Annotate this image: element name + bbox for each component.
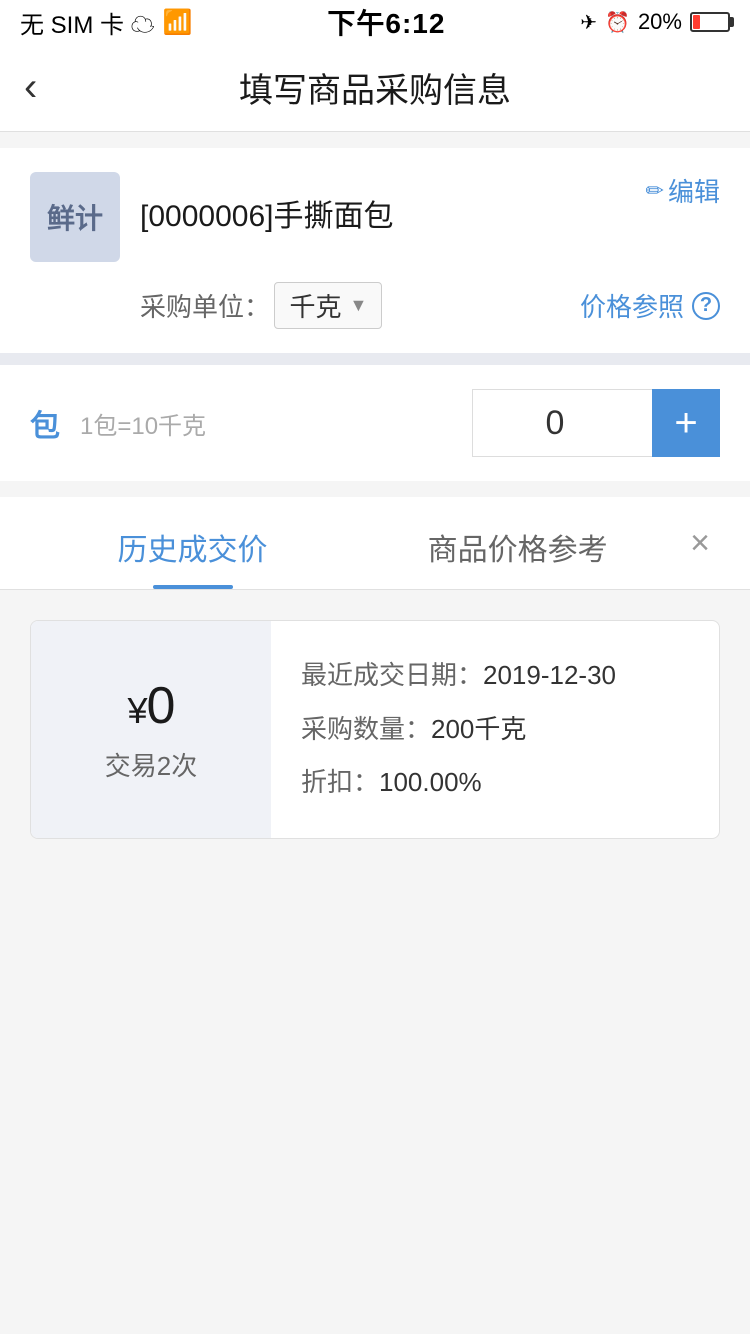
purchase-qty-line: 采购数量：200千克 [301,709,689,751]
dropdown-arrow-icon: ▼ [349,295,367,316]
page-title: 填写商品采购信息 [239,63,511,112]
back-button[interactable]: ‹ [24,65,37,110]
product-thumbnail: 鲜计 [30,172,120,262]
wifi-icon: 📶 [163,8,193,37]
product-header: 鲜计 [0000006]手撕面包 ✏ 编辑 [30,172,720,262]
battery-icon [690,12,730,32]
signal-text: 无 SIM 卡 ☁ [20,5,155,40]
status-bar: 无 SIM 卡 ☁ 📶 下午6:12 ✈ ⏰ 20% [0,0,750,44]
tab-history-price[interactable]: 历史成交价 [30,497,355,589]
price-amount: ¥0 [128,676,175,736]
price-card: ¥0 交易2次 最近成交日期：2019-12-30 采购数量：200千克 折扣：… [30,620,720,839]
tab-close-button[interactable]: × [680,524,720,563]
alarm-icon: ⏰ [605,10,630,35]
product-left: 鲜计 [0000006]手撕面包 [30,172,393,262]
product-section: 鲜计 [0000006]手撕面包 ✏ 编辑 采购单位： 千克 ▼ 价格参照 ? [0,148,750,353]
tab-price-reference[interactable]: 商品价格参考 [355,497,680,589]
nav-bar: ‹ 填写商品采购信息 [0,44,750,132]
location-icon: ✈ [580,10,597,35]
quantity-unit-badge: 包 [30,401,60,445]
price-card-right: 最近成交日期：2019-12-30 采购数量：200千克 折扣：100.00% [271,621,719,838]
status-right: ✈ ⏰ 20% [580,9,730,35]
edit-button[interactable]: ✏ 编辑 [646,172,720,209]
price-reference-button[interactable]: 价格参照 ? [580,287,720,324]
tab-active-indicator [153,585,233,589]
unit-label: 采购单位： [140,292,270,322]
quantity-plus-button[interactable]: + [652,389,720,457]
transaction-count: 交易2次 [105,746,197,783]
quantity-input-group: + [472,389,720,457]
section-divider [0,353,750,365]
currency-symbol: ¥ [128,690,147,731]
price-card-left: ¥0 交易2次 [31,621,271,838]
unit-label-text: 采购单位： 千克 ▼ [140,282,382,329]
product-name: [0000006]手撕面包 [140,196,393,238]
battery-percent: 20% [638,9,682,35]
product-unit-row: 采购单位： 千克 ▼ 价格参照 ? [30,282,720,329]
unit-value: 千克 [289,287,341,324]
status-left: 无 SIM 卡 ☁ 📶 [20,5,193,40]
edit-icon: ✏ [646,178,664,204]
card-container: ¥0 交易2次 最近成交日期：2019-12-30 采购数量：200千克 折扣：… [0,590,750,869]
unit-selector[interactable]: 千克 ▼ [274,282,382,329]
status-time: 下午6:12 [327,2,445,42]
quantity-unit-hint: 1包=10千克 [80,406,452,441]
discount-line: 折扣：100.00% [301,762,689,804]
info-icon: ? [692,292,720,320]
recent-date-line: 最近成交日期：2019-12-30 [301,655,689,697]
tabs-container: 历史成交价 商品价格参考 × [0,497,750,590]
tabs-header: 历史成交价 商品价格参考 × [0,497,750,589]
quantity-input[interactable] [472,389,652,457]
quantity-row: 包 1包=10千克 + [0,365,750,481]
